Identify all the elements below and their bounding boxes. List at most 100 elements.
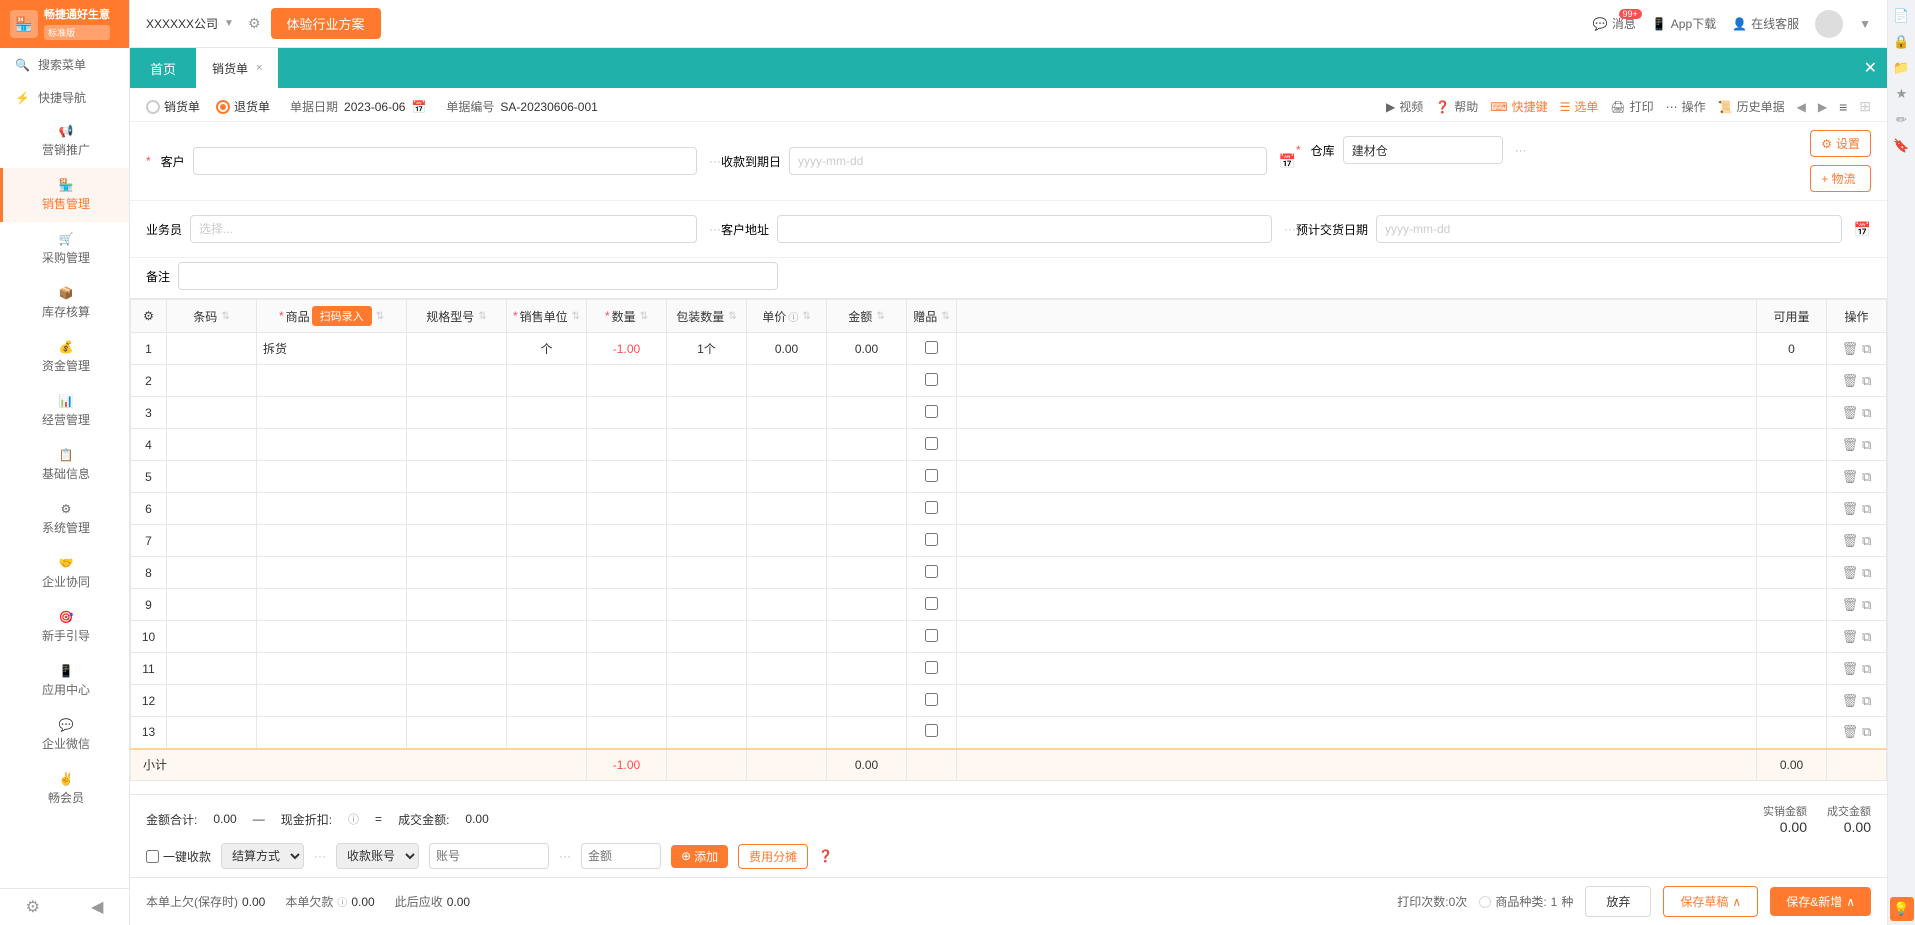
- cell-price-4[interactable]: [747, 429, 827, 461]
- trial-button[interactable]: 体验行业方案: [271, 8, 381, 39]
- cell-product-5[interactable]: [257, 461, 407, 493]
- app-download-button[interactable]: 📱 App下载: [1652, 15, 1716, 32]
- cell-desc-5[interactable]: [957, 461, 1757, 493]
- collection-date-input[interactable]: [789, 147, 1267, 175]
- cell-product-12[interactable]: [257, 685, 407, 717]
- cell-qty-13[interactable]: [587, 717, 667, 749]
- account-select[interactable]: 收款账号: [336, 843, 419, 869]
- sidebar-item-appstore[interactable]: 📱 应用中心: [0, 654, 129, 708]
- cell-amount-2[interactable]: [827, 365, 907, 397]
- gift-checkbox-3[interactable]: [925, 405, 938, 418]
- action-history[interactable]: 📜历史单据: [1718, 98, 1785, 115]
- cell-unit-12[interactable]: [507, 685, 587, 717]
- cell-pkg-4[interactable]: [667, 429, 747, 461]
- cell-desc-13[interactable]: [957, 717, 1757, 749]
- cell-qty-1[interactable]: -1.00: [587, 333, 667, 365]
- right-icon-active[interactable]: 💡: [1890, 897, 1914, 921]
- cell-desc-4[interactable]: [957, 429, 1757, 461]
- logistics-button[interactable]: + 物流: [1810, 165, 1871, 192]
- cell-barcode-13[interactable]: [167, 717, 257, 749]
- sidebar-item-guide[interactable]: 🎯 新手引导: [0, 600, 129, 654]
- cell-spec-13[interactable]: [407, 717, 507, 749]
- cell-price-11[interactable]: [747, 653, 827, 685]
- cell-pkg-6[interactable]: [667, 493, 747, 525]
- cell-gift-11[interactable]: [907, 653, 957, 685]
- collapse-icon[interactable]: ◀: [91, 897, 103, 917]
- one-click-pay-checkbox[interactable]: 一键收款: [146, 848, 211, 865]
- cell-barcode-12[interactable]: [167, 685, 257, 717]
- cell-product-6[interactable]: [257, 493, 407, 525]
- cell-spec-2[interactable]: [407, 365, 507, 397]
- cell-amount-5[interactable]: [827, 461, 907, 493]
- cell-gift-7[interactable]: [907, 525, 957, 557]
- radio-sales-order[interactable]: 销货单: [146, 98, 200, 115]
- nav-prev-icon[interactable]: ◀: [1797, 100, 1806, 114]
- cell-amount-4[interactable]: [827, 429, 907, 461]
- cell-gift-8[interactable]: [907, 557, 957, 589]
- right-icon-lock[interactable]: 🔒: [1890, 30, 1914, 54]
- cell-pkg-2[interactable]: [667, 365, 747, 397]
- copy-icon-7[interactable]: ⧉: [1862, 533, 1871, 549]
- cell-qty-7[interactable]: [587, 525, 667, 557]
- cell-spec-8[interactable]: [407, 557, 507, 589]
- cell-barcode-9[interactable]: [167, 589, 257, 621]
- cell-pkg-13[interactable]: [667, 717, 747, 749]
- copy-icon-4[interactable]: ⧉: [1862, 437, 1871, 453]
- one-click-pay-input[interactable]: [146, 850, 159, 863]
- cell-pkg-9[interactable]: [667, 589, 747, 621]
- cell-price-8[interactable]: [747, 557, 827, 589]
- nav-next-icon[interactable]: ▶: [1818, 100, 1827, 114]
- sidebar-item-base[interactable]: 📋 基础信息: [0, 438, 129, 492]
- cell-qty-10[interactable]: [587, 621, 667, 653]
- copy-icon-8[interactable]: ⧉: [1862, 565, 1871, 581]
- sidebar-item-sales[interactable]: 🏪 销售管理: [0, 168, 129, 222]
- add-payment-button[interactable]: ⊕ 添加: [671, 845, 728, 868]
- cell-desc-7[interactable]: [957, 525, 1757, 557]
- sidebar-item-enterprise[interactable]: 🤝 企业协同: [0, 546, 129, 600]
- delete-icon-2[interactable]: 🗑: [1842, 373, 1859, 389]
- cell-barcode-6[interactable]: [167, 493, 257, 525]
- cell-unit-7[interactable]: [507, 525, 587, 557]
- cell-qty-3[interactable]: [587, 397, 667, 429]
- cell-barcode-11[interactable]: [167, 653, 257, 685]
- expense-split-button[interactable]: 费用分摊: [738, 844, 808, 869]
- tab-home[interactable]: 首页: [130, 48, 196, 88]
- cell-price-13[interactable]: [747, 717, 827, 749]
- cell-product-10[interactable]: [257, 621, 407, 653]
- cell-unit-5[interactable]: [507, 461, 587, 493]
- delete-icon-5[interactable]: 🗑: [1842, 469, 1859, 485]
- cell-desc-8[interactable]: [957, 557, 1757, 589]
- cell-amount-8[interactable]: [827, 557, 907, 589]
- cell-price-9[interactable]: [747, 589, 827, 621]
- cell-unit-3[interactable]: [507, 397, 587, 429]
- tab-close-icon[interactable]: ×: [256, 62, 262, 74]
- cell-barcode-4[interactable]: [167, 429, 257, 461]
- company-selector[interactable]: XXXXXX公司 ▼: [146, 15, 234, 32]
- cell-barcode-10[interactable]: [167, 621, 257, 653]
- cell-spec-12[interactable]: [407, 685, 507, 717]
- cell-unit-4[interactable]: [507, 429, 587, 461]
- cell-amount-7[interactable]: [827, 525, 907, 557]
- action-ops[interactable]: ⋯操作: [1666, 98, 1706, 115]
- cell-barcode-7[interactable]: [167, 525, 257, 557]
- sort-product-icon[interactable]: ⇅: [376, 311, 384, 322]
- delete-icon-1[interactable]: 🗑: [1842, 341, 1859, 357]
- save-draft-button[interactable]: 保存草稿 ∧: [1663, 886, 1758, 917]
- address-dots-icon[interactable]: ···: [1284, 222, 1296, 236]
- customer-address-input[interactable]: [777, 215, 1272, 243]
- user-arrow-icon[interactable]: ▼: [1859, 17, 1871, 31]
- cell-pkg-12[interactable]: [667, 685, 747, 717]
- cell-product-7[interactable]: [257, 525, 407, 557]
- delete-icon-9[interactable]: 🗑: [1842, 597, 1859, 613]
- price-info-icon[interactable]: ⓘ: [788, 309, 798, 324]
- cell-product-1[interactable]: 拆货: [257, 333, 407, 365]
- right-icon-doc[interactable]: 📄: [1890, 4, 1914, 28]
- gift-checkbox-11[interactable]: [925, 661, 938, 674]
- cell-qty-11[interactable]: [587, 653, 667, 685]
- cell-spec-4[interactable]: [407, 429, 507, 461]
- cell-product-11[interactable]: [257, 653, 407, 685]
- action-print[interactable]: 🖨打印: [1610, 98, 1653, 115]
- cell-amount-13[interactable]: [827, 717, 907, 749]
- cell-pkg-3[interactable]: [667, 397, 747, 429]
- cell-gift-12[interactable]: [907, 685, 957, 717]
